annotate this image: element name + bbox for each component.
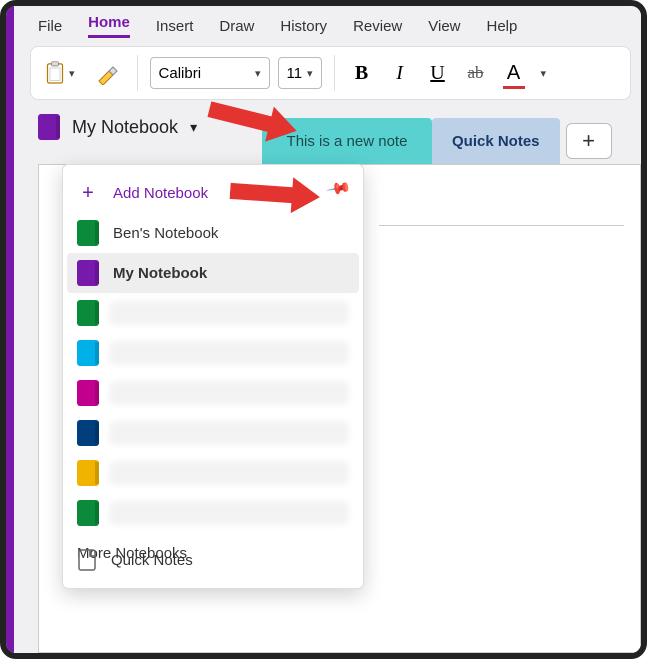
- font-color-swatch: [503, 86, 525, 89]
- quick-notes-label: Quick Notes: [111, 552, 193, 569]
- notebook-item-obscured[interactable]: [67, 493, 359, 533]
- menu-review[interactable]: Review: [353, 18, 402, 35]
- paintbrush-icon: [95, 61, 119, 85]
- chevron-down-icon: ▾: [190, 119, 197, 136]
- ribbon: ▾ Calibri ▾ 11 ▾ B I U ab A ▾: [30, 46, 631, 100]
- clipboard-icon: [45, 61, 65, 85]
- add-tab-button[interactable]: +: [566, 123, 612, 159]
- window-frame: File Home Insert Draw History Review Vie…: [0, 0, 647, 659]
- notebook-item-obscured[interactable]: [67, 373, 359, 413]
- notebook-item-obscured[interactable]: [67, 453, 359, 493]
- notebook-item-label-obscured: [109, 461, 349, 485]
- italic-button[interactable]: I: [385, 54, 415, 92]
- app-accent-bar: [6, 6, 14, 653]
- notebook-icon: [77, 220, 99, 246]
- add-notebook-item[interactable]: + Add Notebook: [67, 173, 359, 213]
- chevron-down-icon: ▾: [65, 67, 75, 80]
- notebook-item-bens[interactable]: Ben's Notebook: [67, 213, 359, 253]
- chevron-down-icon[interactable]: ▾: [537, 67, 547, 80]
- notebook-icon: [77, 380, 99, 406]
- menu-bar: File Home Insert Draw History Review Vie…: [14, 6, 641, 44]
- notebook-icon: [77, 260, 99, 286]
- notebook-item-label-obscured: [109, 421, 349, 445]
- page-title-input[interactable]: [379, 225, 624, 226]
- font-name-value: Calibri: [159, 65, 202, 82]
- dropdown-footer: Quick Notes: [63, 542, 363, 578]
- notebook-icon: [77, 420, 99, 446]
- menu-view[interactable]: View: [428, 18, 460, 35]
- tab-new-note[interactable]: This is a new note: [262, 118, 432, 164]
- notebook-item-label-obscured: [109, 381, 349, 405]
- current-notebook-name: My Notebook: [72, 117, 178, 138]
- notebook-item-label-obscured: [109, 501, 349, 525]
- notebook-icon: [77, 500, 99, 526]
- menu-history[interactable]: History: [280, 18, 327, 35]
- menu-file[interactable]: File: [38, 18, 62, 35]
- paste-button[interactable]: ▾: [39, 54, 81, 92]
- font-name-select[interactable]: Calibri ▾: [150, 57, 270, 89]
- notebook-icon: [77, 300, 99, 326]
- strikethrough-button[interactable]: ab: [461, 54, 491, 92]
- page-icon: [77, 549, 97, 571]
- font-color-label: A: [507, 62, 520, 85]
- menu-help[interactable]: Help: [487, 18, 518, 35]
- chevron-down-icon: ▾: [303, 67, 313, 80]
- tab-quick-notes[interactable]: Quick Notes: [432, 118, 560, 164]
- notebook-item-label: My Notebook: [113, 265, 207, 282]
- bold-button[interactable]: B: [347, 54, 377, 92]
- font-size-select[interactable]: 11 ▾: [278, 57, 322, 89]
- notebook-item-label-obscured: [109, 341, 349, 365]
- notebook-item-label: Ben's Notebook: [113, 225, 218, 242]
- notebook-dropdown: 📌 + Add Notebook Ben's Notebook My Noteb…: [62, 164, 364, 589]
- section-tabs: This is a new note Quick Notes +: [262, 118, 641, 164]
- notebook-icon: [38, 114, 60, 140]
- quick-notes-item[interactable]: Quick Notes: [77, 542, 349, 578]
- underline-button[interactable]: U: [423, 54, 453, 92]
- font-color-button[interactable]: A: [499, 54, 529, 92]
- menu-home[interactable]: Home: [88, 14, 130, 38]
- format-painter-button[interactable]: [89, 54, 125, 92]
- plus-icon: +: [77, 182, 99, 205]
- ribbon-separator: [334, 55, 335, 91]
- notebook-item-label-obscured: [109, 301, 349, 325]
- notebook-item-obscured[interactable]: [67, 333, 359, 373]
- menu-draw[interactable]: Draw: [219, 18, 254, 35]
- notebook-item-obscured[interactable]: [67, 293, 359, 333]
- notebook-item-obscured[interactable]: [67, 413, 359, 453]
- menu-insert[interactable]: Insert: [156, 18, 194, 35]
- add-notebook-label: Add Notebook: [113, 185, 208, 202]
- notebook-icon: [77, 340, 99, 366]
- chevron-down-icon: ▾: [251, 67, 261, 80]
- font-size-value: 11: [287, 65, 303, 82]
- ribbon-separator: [137, 55, 138, 91]
- notebook-item-my[interactable]: My Notebook: [67, 253, 359, 293]
- notebook-icon: [77, 460, 99, 486]
- app-content: File Home Insert Draw History Review Vie…: [14, 6, 641, 653]
